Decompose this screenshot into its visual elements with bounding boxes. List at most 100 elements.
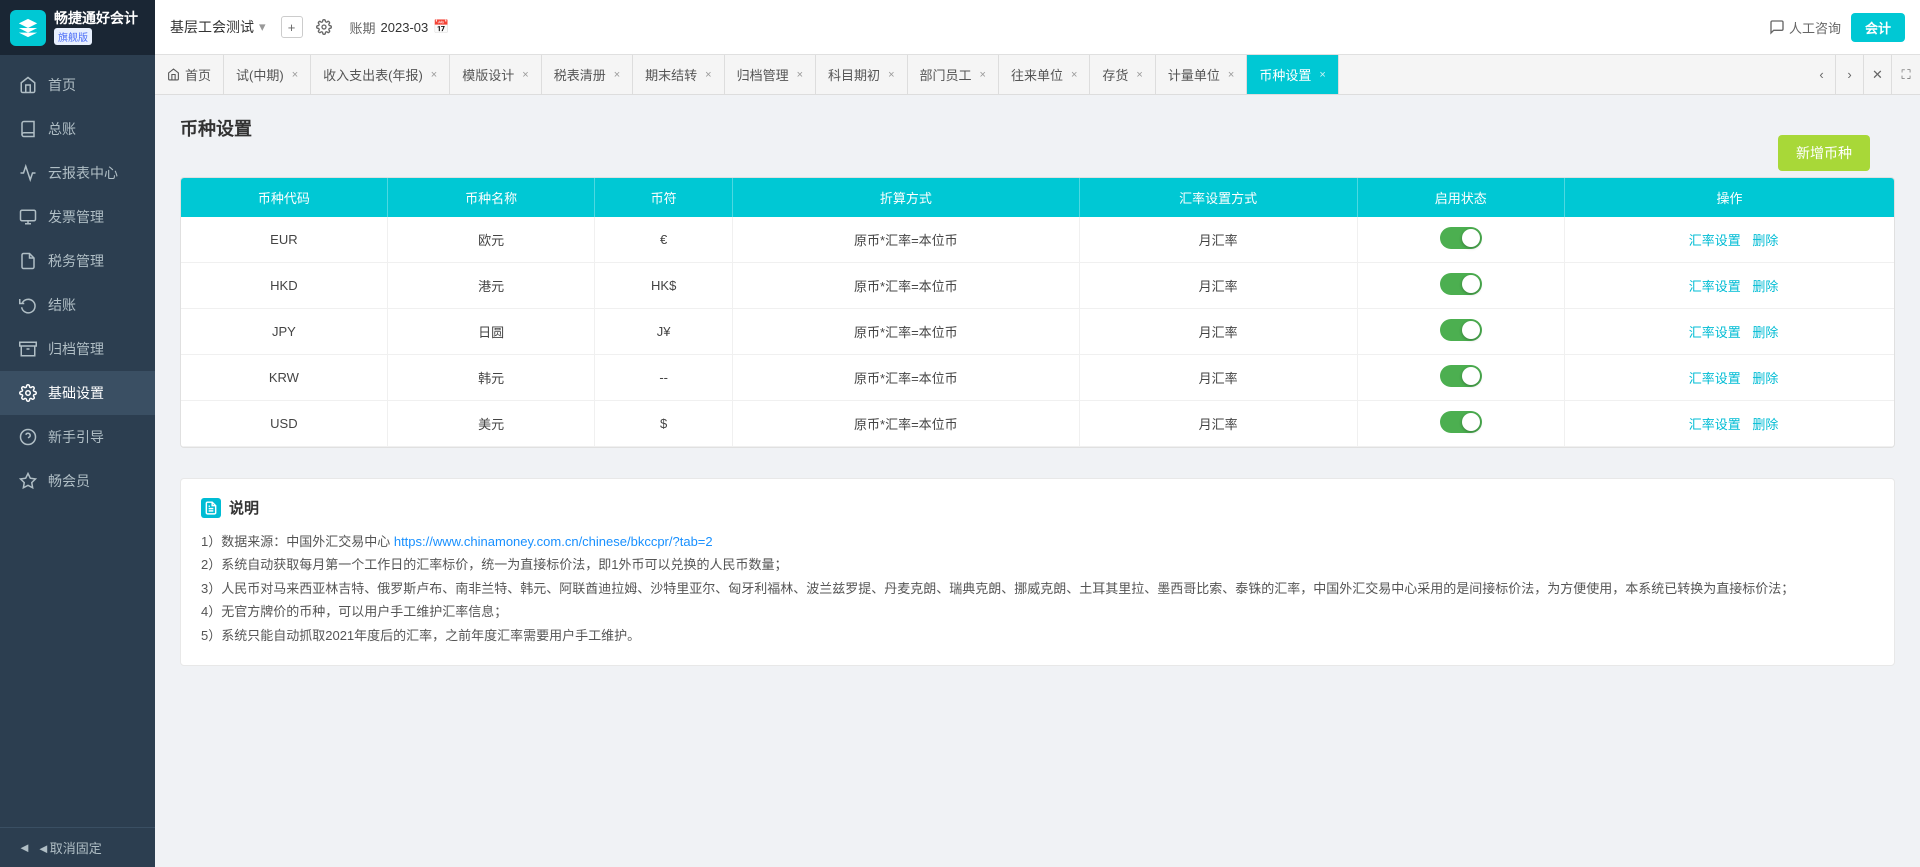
tab-units-label: 计量单位 bbox=[1168, 65, 1220, 84]
tab-period-end-close[interactable]: × bbox=[705, 69, 711, 81]
company-dropdown-icon[interactable]: ▾ bbox=[259, 19, 266, 35]
tab-archive-close[interactable]: × bbox=[797, 69, 803, 81]
delete-link-2[interactable]: 删除 bbox=[1752, 325, 1778, 340]
toggle-thumb-1 bbox=[1462, 275, 1480, 293]
logo-text: 畅捷通好会计 旗舰版 bbox=[54, 10, 138, 46]
tab-trial-close[interactable]: × bbox=[292, 69, 298, 81]
toggle-1[interactable] bbox=[1440, 273, 1482, 295]
notes-link[interactable]: https://www.chinamoney.com.cn/chinese/bk… bbox=[394, 534, 713, 549]
tab-home[interactable]: 首页 bbox=[155, 55, 224, 94]
sidebar-item-label-invoice: 发票管理 bbox=[48, 207, 104, 227]
tab-prev-button[interactable]: ‹ bbox=[1808, 55, 1836, 94]
sidebar-item-label-settings: 基础设置 bbox=[48, 383, 104, 403]
currency-table-container: 币种代码 币种名称 币符 折算方式 汇率设置方式 启用状态 操作 EUR 欧元 … bbox=[180, 177, 1895, 448]
sidebar-item-ledger[interactable]: 总账 bbox=[0, 107, 155, 151]
rate-settings-link-1[interactable]: 汇率设置 bbox=[1689, 279, 1741, 294]
sidebar-item-label-home: 首页 bbox=[48, 75, 76, 95]
sidebar-item-guide[interactable]: 新手引导 bbox=[0, 415, 155, 459]
tab-currency-close[interactable]: × bbox=[1319, 69, 1325, 81]
cell-code-4: USD bbox=[181, 401, 387, 447]
tab-template[interactable]: 模版设计 × bbox=[450, 55, 541, 94]
cell-rate-method-3: 月汇率 bbox=[1079, 355, 1357, 401]
tab-partners-label: 往来单位 bbox=[1011, 65, 1063, 84]
help-button[interactable]: 人工咨询 bbox=[1769, 18, 1841, 37]
toggle-0[interactable] bbox=[1440, 227, 1482, 249]
rate-settings-link-0[interactable]: 汇率设置 bbox=[1689, 233, 1741, 248]
tab-archive[interactable]: 归档管理× bbox=[725, 55, 816, 94]
tab-dept-close[interactable]: × bbox=[980, 69, 986, 81]
cell-name-0: 欧元 bbox=[387, 217, 595, 263]
toggle-3[interactable] bbox=[1440, 365, 1482, 387]
logo-icon bbox=[10, 10, 46, 46]
tab-units-close[interactable]: × bbox=[1228, 69, 1234, 81]
rate-settings-link-2[interactable]: 汇率设置 bbox=[1689, 325, 1741, 340]
toggle-track-4 bbox=[1440, 411, 1482, 433]
col-actions: 操作 bbox=[1565, 178, 1894, 217]
logo: 畅捷通好会计 旗舰版 bbox=[0, 0, 155, 55]
cell-rate-method-1: 月汇率 bbox=[1079, 263, 1357, 309]
table-row: HKD 港元 HK$ 原币*汇率=本位币 月汇率 汇率设置 删除 bbox=[181, 263, 1894, 309]
toggle-thumb-4 bbox=[1462, 413, 1480, 431]
tab-template-label: 模版设计 bbox=[462, 65, 514, 84]
sidebar-item-archive[interactable]: 归档管理 bbox=[0, 327, 155, 371]
sidebar-item-label-ledger: 总账 bbox=[48, 119, 76, 139]
rate-settings-link-4[interactable]: 汇率设置 bbox=[1689, 417, 1741, 432]
cell-name-4: 美元 bbox=[387, 401, 595, 447]
calendar-icon[interactable]: 📅 bbox=[433, 19, 449, 35]
delete-link-1[interactable]: 删除 bbox=[1752, 279, 1778, 294]
tab-income-close[interactable]: × bbox=[431, 69, 437, 81]
tab-currency-label: 币种设置 bbox=[1259, 65, 1311, 84]
pin-icon: ◄ bbox=[18, 840, 31, 855]
tab-tax[interactable]: 税表清册× bbox=[542, 55, 633, 94]
guide-icon bbox=[18, 427, 38, 447]
tab-partners-close[interactable]: × bbox=[1071, 69, 1077, 81]
sidebar-item-label-checkout: 结账 bbox=[48, 295, 76, 315]
tab-expand-button[interactable]: ⛶ bbox=[1892, 55, 1920, 94]
sidebar-item-member[interactable]: 畅会员 bbox=[0, 459, 155, 503]
tab-close-all-button[interactable]: ✕ bbox=[1864, 55, 1892, 94]
sidebar-item-tax[interactable]: 税务管理 bbox=[0, 239, 155, 283]
delete-link-3[interactable]: 删除 bbox=[1752, 371, 1778, 386]
cell-name-3: 韩元 bbox=[387, 355, 595, 401]
tab-partners[interactable]: 往来单位 × bbox=[999, 55, 1090, 94]
delete-link-4[interactable]: 删除 bbox=[1752, 417, 1778, 432]
help-label: 人工咨询 bbox=[1789, 18, 1841, 37]
cell-rate-method-2: 月汇率 bbox=[1079, 309, 1357, 355]
company-settings-button[interactable] bbox=[313, 16, 335, 38]
tab-subjects[interactable]: 科目期初× bbox=[816, 55, 907, 94]
note-item-4: 5）系统只能自动抓取2021年度后的汇率，之前年度汇率需要用户手工维护。 bbox=[201, 624, 1874, 647]
table-body: EUR 欧元 € 原币*汇率=本位币 月汇率 汇率设置 删除 HKD 港元 HK… bbox=[181, 217, 1894, 447]
tab-next-button[interactable]: › bbox=[1836, 55, 1864, 94]
rate-settings-link-3[interactable]: 汇率设置 bbox=[1689, 371, 1741, 386]
sidebar-item-checkout[interactable]: 结账 bbox=[0, 283, 155, 327]
tab-inventory-close[interactable]: × bbox=[1136, 69, 1142, 81]
tab-trial[interactable]: 试(中期)× bbox=[224, 55, 311, 94]
add-company-button[interactable]: + bbox=[281, 16, 303, 38]
tab-currency[interactable]: 币种设置 × bbox=[1247, 55, 1338, 94]
tab-dept[interactable]: 部门员工× bbox=[908, 55, 999, 94]
tab-units[interactable]: 计量单位 × bbox=[1156, 55, 1247, 94]
note-item-2: 3）人民币对马来西亚林吉特、俄罗斯卢布、南非兰特、韩元、阿联酋迪拉姆、沙特里亚尔… bbox=[201, 577, 1874, 600]
tab-template-close[interactable]: × bbox=[522, 69, 528, 81]
sidebar-item-home[interactable]: 首页 bbox=[0, 63, 155, 107]
tab-subjects-close[interactable]: × bbox=[888, 69, 894, 81]
sidebar-item-invoice[interactable]: 发票管理 bbox=[0, 195, 155, 239]
notes-list: 1）数据来源：中国外汇交易中心 https://www.chinamoney.c… bbox=[201, 530, 1874, 647]
sidebar-pin-toggle[interactable]: ◄ ◄取消固定 bbox=[0, 827, 155, 867]
toggle-4[interactable] bbox=[1440, 411, 1482, 433]
tab-tax-close[interactable]: × bbox=[614, 69, 620, 81]
sidebar-item-settings[interactable]: 基础设置 bbox=[0, 371, 155, 415]
tab-inventory[interactable]: 存货× bbox=[1090, 55, 1155, 94]
cell-status-3 bbox=[1357, 355, 1565, 401]
account-button[interactable]: 会计 bbox=[1851, 13, 1905, 42]
toggle-2[interactable] bbox=[1440, 319, 1482, 341]
cell-symbol-4: $ bbox=[595, 401, 733, 447]
tab-period-end[interactable]: 期末结转× bbox=[633, 55, 724, 94]
new-currency-button[interactable]: 新增币种 bbox=[1778, 135, 1870, 171]
tab-income[interactable]: 收入支出表(年报)× bbox=[311, 55, 450, 94]
cell-actions-4: 汇率设置 删除 bbox=[1565, 401, 1894, 447]
delete-link-0[interactable]: 删除 bbox=[1752, 233, 1778, 248]
cell-symbol-2: J¥ bbox=[595, 309, 733, 355]
cell-actions-2: 汇率设置 删除 bbox=[1565, 309, 1894, 355]
sidebar-item-reports[interactable]: 云报表中心 bbox=[0, 151, 155, 195]
